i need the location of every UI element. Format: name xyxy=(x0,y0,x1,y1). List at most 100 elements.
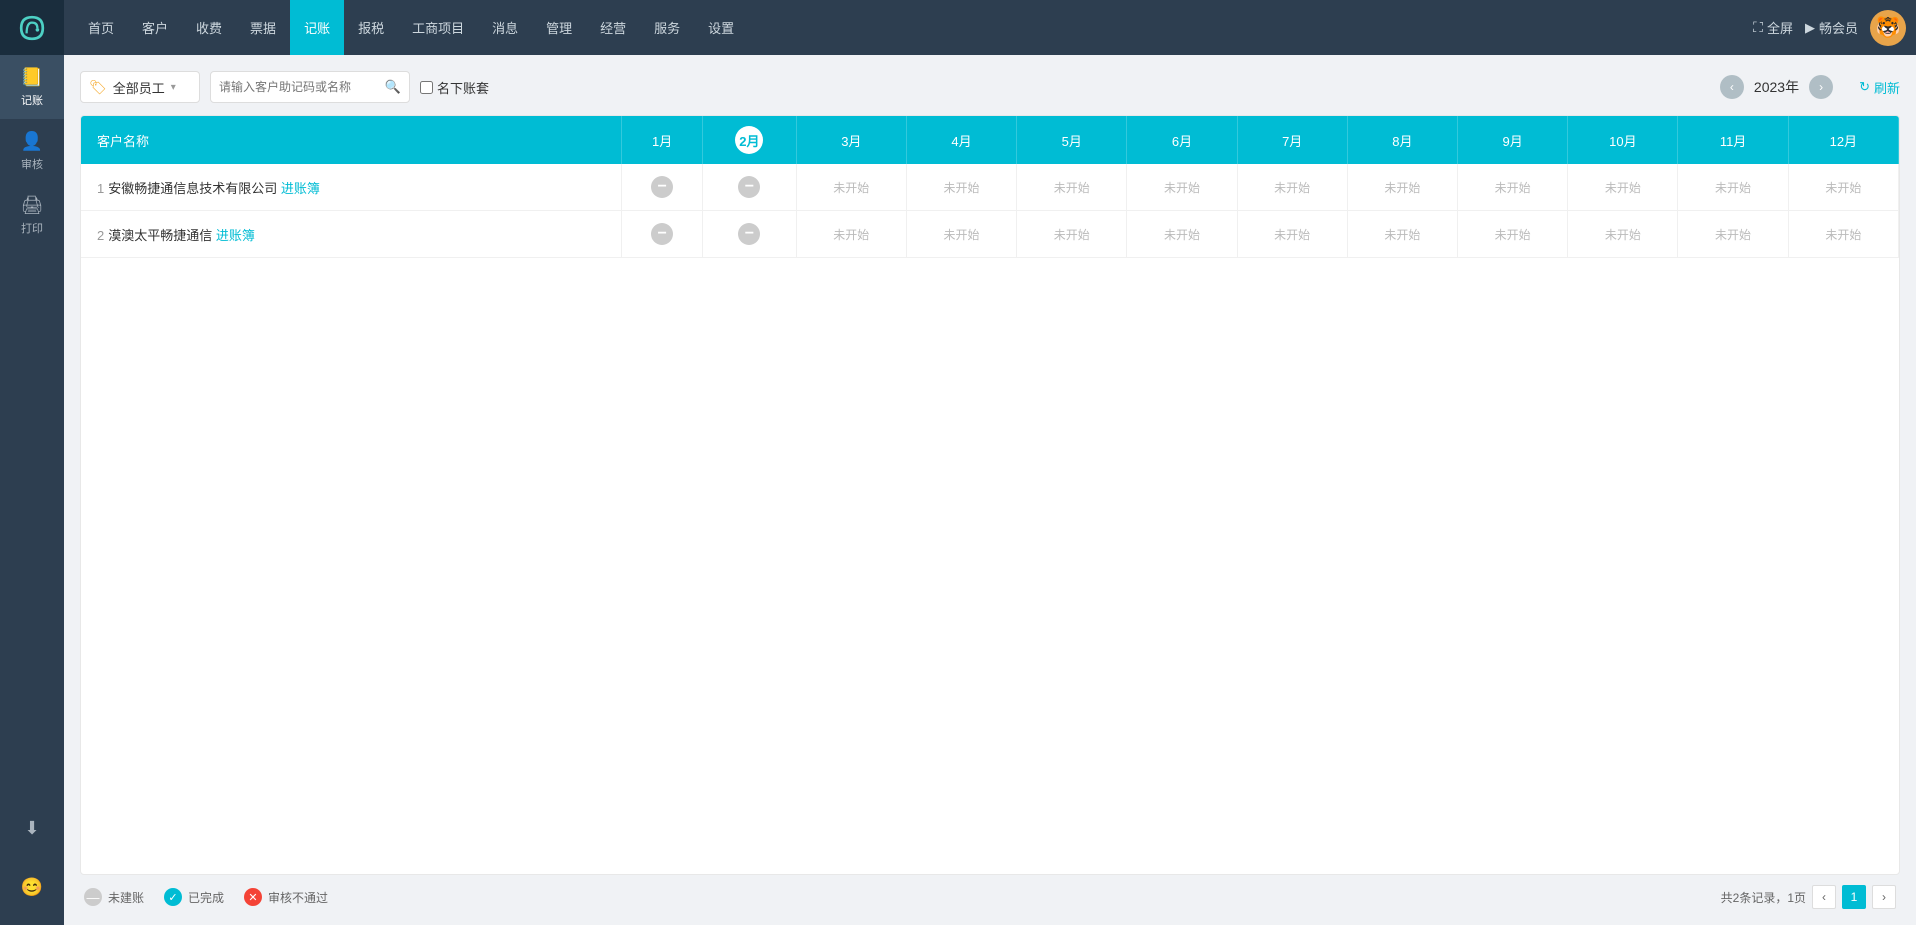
prev-page-btn[interactable]: ‹ xyxy=(1812,885,1836,909)
print-icon: 🖨 xyxy=(21,195,44,216)
search-icon[interactable]: 🔍 xyxy=(385,79,401,95)
status-not-started: 未开始 xyxy=(833,228,869,242)
mine-checkbox-label[interactable]: 名下账套 xyxy=(420,78,489,97)
status-not-started: 未开始 xyxy=(1825,228,1861,242)
month-cell: 未开始 xyxy=(1017,211,1127,258)
month-cell: 未开始 xyxy=(1788,211,1898,258)
sidebar-item-bookkeeping[interactable]: 📒 记账 xyxy=(0,55,64,119)
col-dec: 12月 xyxy=(1788,116,1898,164)
status-not-started: 未开始 xyxy=(1054,181,1090,195)
col-nov: 11月 xyxy=(1678,116,1788,164)
month-cell: 未开始 xyxy=(1347,211,1457,258)
status-dash-icon: − xyxy=(651,223,673,245)
user-avatar[interactable]: 🐯 xyxy=(1870,10,1906,46)
col-client-header: 客户名称 xyxy=(81,116,622,164)
next-year-btn[interactable]: › xyxy=(1809,75,1833,99)
sidebar-item-download[interactable]: ⬇ xyxy=(0,801,64,856)
tag-icon: 🏷 xyxy=(89,79,107,96)
year-nav: ‹ 2023年 › xyxy=(1720,75,1833,99)
month-cell: 未开始 xyxy=(1127,164,1237,211)
col-mar: 3月 xyxy=(796,116,906,164)
client-name: 漠澳太平畅捷通信 xyxy=(108,228,212,243)
status-not-started: 未开始 xyxy=(833,181,869,195)
search-input[interactable] xyxy=(219,80,379,94)
col-oct: 10月 xyxy=(1568,116,1678,164)
status-dash-icon: − xyxy=(738,176,760,198)
nav-billing[interactable]: 收费 xyxy=(182,0,236,55)
prev-year-btn[interactable]: ‹ xyxy=(1720,75,1744,99)
employee-filter[interactable]: 🏷 全部员工 ▾ xyxy=(80,71,200,103)
client-name: 安徽畅捷通信息技术有限公司 xyxy=(108,181,277,196)
col-jul: 7月 xyxy=(1237,116,1347,164)
status-not-started: 未开始 xyxy=(1605,228,1641,242)
fullscreen-btn[interactable]: ⛶ 全屏 xyxy=(1753,18,1793,37)
download-icon: ⬇ xyxy=(24,818,39,839)
col-apr: 4月 xyxy=(906,116,1016,164)
month-cell: 未开始 xyxy=(1017,164,1127,211)
month-cell: 未开始 xyxy=(1568,211,1678,258)
month-cell: 未开始 xyxy=(1678,164,1788,211)
nav-bookkeeping[interactable]: 记账 xyxy=(290,0,344,55)
rejected-icon: ✕ xyxy=(244,888,262,906)
month-cell: − xyxy=(622,164,703,211)
pagination: 共2条记录，1页 ‹ 1 › xyxy=(1721,885,1896,909)
status-not-started: 未开始 xyxy=(1605,181,1641,195)
nav-settings[interactable]: 设置 xyxy=(694,0,748,55)
dropdown-arrow-icon: ▾ xyxy=(171,82,176,93)
legend-not-started: — 未建账 xyxy=(84,888,144,906)
nav-operation[interactable]: 经营 xyxy=(586,0,640,55)
month-cell: 未开始 xyxy=(1347,164,1457,211)
refresh-btn[interactable]: ↻ 刷新 xyxy=(1859,78,1900,97)
col-jun: 6月 xyxy=(1127,116,1237,164)
month-cell: 未开始 xyxy=(1237,211,1347,258)
year-label: 2023年 xyxy=(1754,77,1799,97)
month-cell: 未开始 xyxy=(1788,164,1898,211)
month-cell: 未开始 xyxy=(796,164,906,211)
nav-home[interactable]: 首页 xyxy=(74,0,128,55)
not-started-label: 未建账 xyxy=(108,889,144,906)
nav-right: ⛶ 全屏 ▶ 畅会员 🐯 xyxy=(1753,10,1906,46)
mine-checkbox[interactable] xyxy=(420,81,433,94)
refresh-icon: ↻ xyxy=(1859,79,1870,95)
enter-ledger-link[interactable]: 进账簿 xyxy=(281,181,320,196)
toolbar: 🏷 全部员工 ▾ 🔍 名下账套 ‹ 2023年 › ↻ 刷新 xyxy=(80,71,1900,103)
month-cell: − xyxy=(703,211,797,258)
not-started-icon: — xyxy=(84,888,102,906)
sidebar-item-audit[interactable]: 👤 审核 xyxy=(0,119,64,183)
col-may: 5月 xyxy=(1017,116,1127,164)
client-cell: 1 安徽畅捷通信息技术有限公司 进账簿 xyxy=(81,164,622,211)
month-cell: − xyxy=(622,211,703,258)
sidebar-item-print[interactable]: 🖨 打印 xyxy=(0,183,64,247)
status-not-started: 未开始 xyxy=(1495,228,1531,242)
row-num: 1 xyxy=(97,181,104,196)
status-not-started: 未开始 xyxy=(1164,181,1200,195)
month-cell: 未开始 xyxy=(1458,164,1568,211)
nav-invoice[interactable]: 票据 xyxy=(236,0,290,55)
status-not-started: 未开始 xyxy=(944,181,980,195)
nav-client[interactable]: 客户 xyxy=(128,0,182,55)
nav-business[interactable]: 工商项目 xyxy=(398,0,478,55)
content-area: 🏷 全部员工 ▾ 🔍 名下账套 ‹ 2023年 › ↻ 刷新 xyxy=(64,55,1916,925)
month-cell: 未开始 xyxy=(1237,164,1347,211)
month-cell: 未开始 xyxy=(906,164,1016,211)
status-not-started: 未开始 xyxy=(1715,181,1751,195)
table-row: 1安徽畅捷通信息技术有限公司 进账簿−−未开始未开始未开始未开始未开始未开始未开… xyxy=(81,164,1899,211)
nav-manage[interactable]: 管理 xyxy=(532,0,586,55)
sidebar-item-support[interactable]: 😊 xyxy=(0,860,64,915)
app-logo xyxy=(0,0,64,55)
nav-tax[interactable]: 报税 xyxy=(344,0,398,55)
month-cell: 未开始 xyxy=(1678,211,1788,258)
status-not-started: 未开始 xyxy=(1715,228,1751,242)
nav-service[interactable]: 服务 xyxy=(640,0,694,55)
col-jan: 1月 xyxy=(622,116,703,164)
nav-message[interactable]: 消息 xyxy=(478,0,532,55)
table-row: 2漠澳太平畅捷通信 进账簿−−未开始未开始未开始未开始未开始未开始未开始未开始未… xyxy=(81,211,1899,258)
page-1-btn[interactable]: 1 xyxy=(1842,885,1866,909)
enter-ledger-link[interactable]: 进账簿 xyxy=(216,228,255,243)
support-icon: 😊 xyxy=(21,877,43,898)
sidebar: 📒 记账 👤 审核 🖨 打印 ⬇ 😊 xyxy=(0,0,64,925)
status-not-started: 未开始 xyxy=(1384,228,1420,242)
member-btn[interactable]: ▶ 畅会员 xyxy=(1805,18,1858,37)
col-sep: 9月 xyxy=(1458,116,1568,164)
next-page-btn[interactable]: › xyxy=(1872,885,1896,909)
